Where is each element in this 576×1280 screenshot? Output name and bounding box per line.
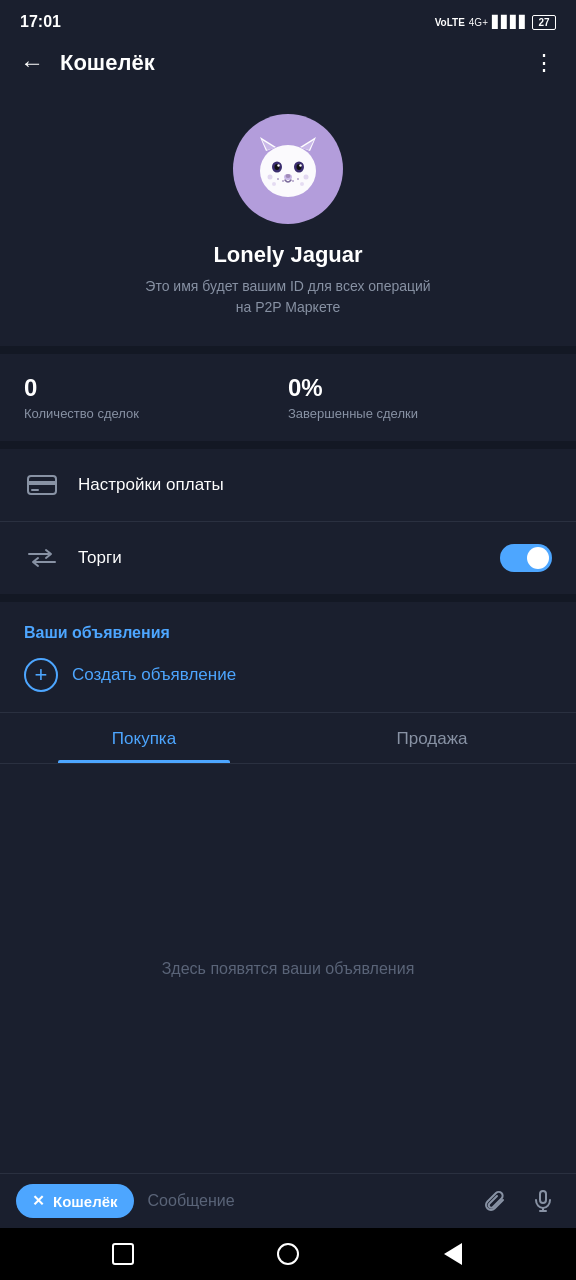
nav-back-button[interactable] xyxy=(437,1238,469,1270)
wallet-chip-label: Кошелёк xyxy=(53,1193,118,1210)
svg-point-0 xyxy=(260,145,316,197)
deals-completed-label: Завершенные сделки xyxy=(288,406,552,421)
svg-point-17 xyxy=(277,178,279,180)
avatar xyxy=(233,114,343,224)
menu-section: Настройки оплаты Торги xyxy=(0,449,576,594)
wallet-chip-button[interactable]: ✕ Кошелёк xyxy=(16,1184,134,1218)
stat-deals-completed: 0% Завершенные сделки xyxy=(288,374,552,421)
nav-back-icon xyxy=(444,1243,462,1265)
page-title: Кошелёк xyxy=(60,50,517,76)
status-bar: 17:01 VoLTE 4G+ ▋▋▋▋ 27 xyxy=(0,0,576,40)
battery-icon: 27 xyxy=(532,15,556,30)
svg-rect-22 xyxy=(28,481,56,485)
create-ad-icon: + xyxy=(24,658,58,692)
section-divider-3 xyxy=(0,594,576,602)
deals-count-value: 0 xyxy=(24,374,288,402)
empty-content-area: Здесь появятся ваши объявления xyxy=(0,764,576,1173)
create-ad-label: Создать объявление xyxy=(72,665,236,685)
deals-count-label: Количество сделок xyxy=(24,406,288,421)
nav-home-button[interactable] xyxy=(272,1238,304,1270)
create-ad-button[interactable]: + Создать объявление xyxy=(24,658,552,702)
svg-point-9 xyxy=(277,164,279,166)
profile-section: Lonely Jaguar Это имя будет вашим ID для… xyxy=(0,90,576,346)
message-input-area[interactable]: Сообщение xyxy=(148,1192,464,1210)
system-nav-bar xyxy=(0,1228,576,1280)
svg-point-18 xyxy=(282,180,284,182)
svg-point-20 xyxy=(297,178,299,180)
svg-point-10 xyxy=(299,164,301,166)
tab-buy[interactable]: Покупка xyxy=(0,713,288,763)
signal-bars: ▋▋▋▋ xyxy=(492,15,528,29)
stat-deals-count: 0 Количество сделок xyxy=(24,374,288,421)
svg-point-16 xyxy=(300,182,304,186)
svg-point-19 xyxy=(292,180,294,182)
nav-recent-button[interactable] xyxy=(107,1238,139,1270)
tabs-section: Покупка Продажа xyxy=(0,713,576,764)
trades-toggle[interactable] xyxy=(500,544,552,572)
avatar-image xyxy=(248,129,328,209)
nav-home-icon xyxy=(277,1243,299,1265)
back-button[interactable]: ← xyxy=(20,51,44,75)
trades-icon xyxy=(24,540,60,576)
signal-icon: 4G+ xyxy=(469,17,488,28)
section-divider-2 xyxy=(0,441,576,449)
message-placeholder: Сообщение xyxy=(148,1192,235,1210)
profile-name: Lonely Jaguar xyxy=(213,242,362,268)
status-icons: VoLTE 4G+ ▋▋▋▋ 27 xyxy=(435,15,556,30)
menu-item-trades[interactable]: Торги xyxy=(0,522,576,594)
wallet-chip-close[interactable]: ✕ xyxy=(32,1192,45,1210)
stats-section: 0 Количество сделок 0% Завершенные сделк… xyxy=(0,354,576,441)
attach-icon[interactable] xyxy=(478,1184,512,1218)
profile-description: Это имя будет вашим ID для всех операций… xyxy=(138,276,438,318)
more-options-button[interactable]: ⋮ xyxy=(533,50,556,76)
menu-item-payment[interactable]: Настройки оплаты xyxy=(0,449,576,521)
empty-content-text: Здесь появятся ваши объявления xyxy=(162,960,415,978)
payment-settings-label: Настройки оплаты xyxy=(78,475,552,495)
svg-point-15 xyxy=(272,182,276,186)
bottom-bar: ✕ Кошелёк Сообщение xyxy=(0,1173,576,1228)
nav-recent-icon xyxy=(112,1243,134,1265)
voice-icon[interactable] xyxy=(526,1184,560,1218)
tabs-row: Покупка Продажа xyxy=(0,713,576,764)
svg-point-14 xyxy=(304,175,309,180)
tab-sell[interactable]: Продажа xyxy=(288,713,576,763)
announcements-section: Ваши объявления + Создать объявление xyxy=(0,602,576,712)
deals-completed-value: 0% xyxy=(288,374,552,402)
trades-label: Торги xyxy=(78,548,482,568)
svg-point-13 xyxy=(268,175,273,180)
svg-rect-24 xyxy=(540,1191,546,1203)
svg-point-12 xyxy=(286,174,291,178)
section-divider-1 xyxy=(0,346,576,354)
svg-rect-23 xyxy=(31,489,39,491)
payment-settings-icon xyxy=(24,467,60,503)
toggle-knob xyxy=(527,547,549,569)
page-header: ← Кошелёк ⋮ xyxy=(0,40,576,90)
status-time: 17:01 xyxy=(20,13,61,31)
network-icon: VoLTE xyxy=(435,17,465,28)
announcements-title: Ваши объявления xyxy=(24,624,552,642)
